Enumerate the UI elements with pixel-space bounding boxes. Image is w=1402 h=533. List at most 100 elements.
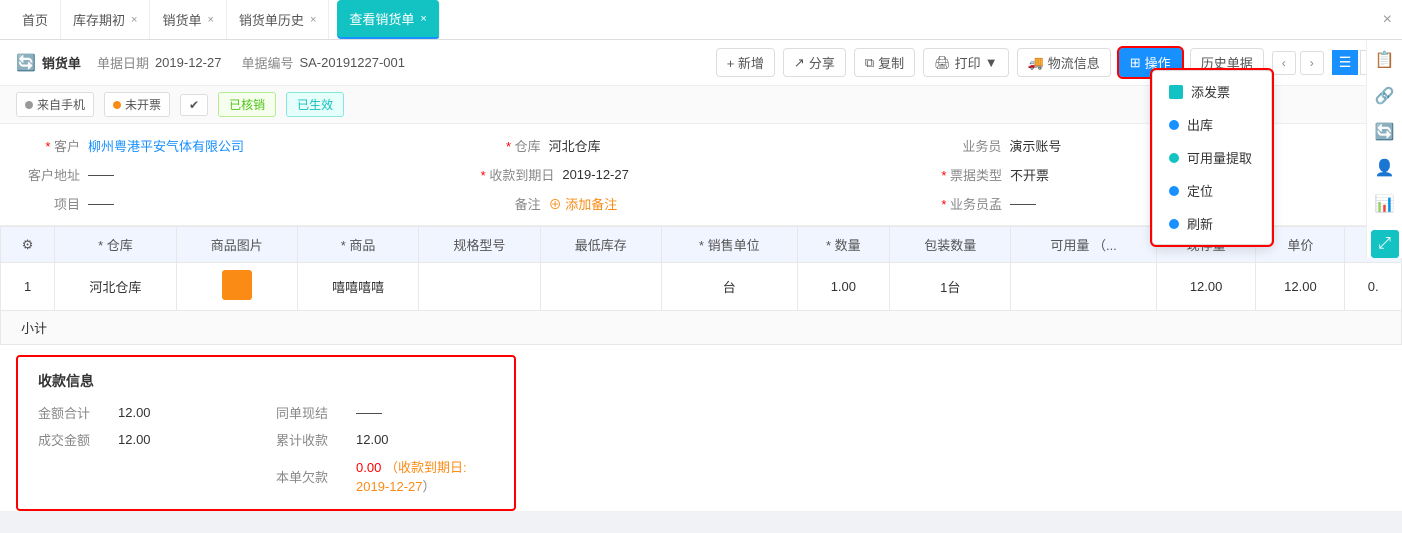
panel-refresh-icon[interactable]: 🔄 — [1375, 122, 1395, 142]
panel-expand-icon[interactable]: ⤢ — [1371, 230, 1399, 258]
payment-section: 收款信息 金额合计 12.00 同单现结 —— 成交金额 12.00 累计收款 … — [16, 355, 516, 511]
payment-title: 收款信息 — [38, 371, 494, 391]
not-opened-dot-icon — [113, 101, 121, 109]
subtotal-label: 小计 — [1, 311, 1402, 345]
tab-sales-history-label: 销货单历史 — [239, 10, 304, 29]
new-button[interactable]: + 新增 — [716, 48, 775, 77]
mobile-dot-icon — [25, 101, 33, 109]
payment-accumulated-value: 12.00 — [356, 432, 389, 447]
due-date-row: 收款到期日 2019-12-27 — [481, 165, 922, 184]
logistics-button[interactable]: 🚚 物流信息 — [1017, 48, 1111, 77]
payment-total-value: 12.00 — [118, 405, 151, 420]
tab-view-sales-close[interactable]: × — [420, 13, 426, 25]
from-mobile-button[interactable]: 来自手机 — [16, 92, 94, 117]
cell-row-num: 1 — [1, 263, 55, 311]
tab-home[interactable]: 首页 — [10, 0, 61, 39]
panel-chart-icon[interactable]: 📊 — [1375, 194, 1395, 214]
tab-view-sales[interactable]: 查看销货单 × — [337, 0, 439, 39]
tab-sales[interactable]: 销货单 × — [150, 0, 226, 39]
payment-balance-value: 0.00 （收款到期日: 2019-12-27） — [356, 457, 494, 495]
doc-header-right: + 新增 ↗ 分享 ⧉ 复制 🖨 打印 ▼ 🚚 物流信息 — [716, 48, 1386, 77]
copy-label: 复制 — [878, 53, 904, 72]
add-note-button[interactable]: ⊕ 添加备注 — [549, 194, 618, 213]
col-min-stock: 最低库存 — [540, 227, 661, 263]
tab-sales-history-close[interactable]: × — [310, 14, 316, 26]
cell-product-image — [176, 263, 297, 311]
col-warehouse: * 仓库 — [55, 227, 176, 263]
dropdown-locate[interactable]: 定位 — [1153, 174, 1271, 207]
window-close-button[interactable]: × — [1383, 11, 1392, 29]
subtotal-row: 小计 — [1, 311, 1402, 345]
print-button[interactable]: 🖨 打印 ▼ — [923, 48, 1008, 77]
payment-settlement-label: 同单现结 — [276, 403, 346, 422]
tab-inventory[interactable]: 库存期初 × — [61, 0, 150, 39]
customer-value[interactable]: 柳州粤港平安气体有限公司 — [88, 136, 244, 155]
tab-inventory-close[interactable]: × — [131, 14, 137, 26]
doc-date-field: 单据日期 2019-12-27 — [97, 53, 222, 72]
settings-icon[interactable]: ⚙ — [22, 237, 34, 252]
doc-number-value: SA-20191227-001 — [299, 55, 405, 70]
payment-accumulated-row: 累计收款 12.00 — [276, 430, 494, 449]
staff-label: 业务员 — [941, 136, 1001, 155]
col-sales-unit: * 销售单位 — [661, 227, 797, 263]
cell-pack-qty: 1台 — [890, 263, 1011, 311]
staff2-label: 业务员孟 — [941, 194, 1002, 213]
panel-link-icon[interactable]: 🔗 — [1375, 86, 1395, 106]
doc-date-label: 单据日期 — [97, 53, 149, 72]
staff-value: 演示账号 — [1009, 136, 1061, 155]
payment-transaction-row: 成交金额 12.00 — [38, 430, 256, 449]
available-qty-icon — [1169, 153, 1179, 163]
note-row: 备注 ⊕ 添加备注 — [481, 194, 922, 213]
tab-home-label: 首页 — [22, 10, 48, 29]
dropdown-add-invoice[interactable]: 添发票 — [1153, 75, 1271, 108]
tab-sales-close[interactable]: × — [207, 14, 213, 26]
share-icon: ↗ — [794, 55, 805, 71]
product-thumbnail — [222, 270, 252, 300]
panel-user-icon[interactable]: 👤 — [1375, 158, 1395, 178]
dropdown-outbound[interactable]: 出库 — [1153, 108, 1271, 141]
col-product: * 商品 — [297, 227, 418, 263]
copy-button[interactable]: ⧉ 复制 — [854, 48, 915, 77]
list-view-button[interactable]: ☰ — [1332, 50, 1359, 75]
print-label: 打印 — [955, 53, 981, 72]
due-date-value: 2019-12-27 — [562, 167, 629, 182]
project-row: 项目 —— — [20, 194, 461, 213]
address-value: —— — [88, 167, 114, 182]
dropdown-available-qty[interactable]: 可用量提取 — [1153, 141, 1271, 174]
tab-sales-history[interactable]: 销货单历史 × — [227, 0, 329, 39]
print-dropdown-arrow: ▼ — [985, 55, 998, 70]
cell-available — [1011, 263, 1156, 311]
customer-row: 客户 柳州粤港平安气体有限公司 — [20, 136, 461, 155]
dropdown-refresh[interactable]: 刷新 — [1153, 207, 1271, 240]
prev-button[interactable]: ‹ — [1272, 51, 1296, 75]
not-opened-button[interactable]: 未开票 — [104, 92, 170, 117]
next-button[interactable]: › — [1300, 51, 1324, 75]
print-icon: 🖨 — [934, 55, 951, 71]
share-button[interactable]: ↗ 分享 — [783, 48, 846, 77]
doc-date-value: 2019-12-27 — [155, 55, 222, 70]
payment-settlement-value: —— — [356, 405, 382, 420]
col-available: 可用量 （... — [1011, 227, 1156, 263]
doc-title-text: 销货单 — [42, 53, 81, 72]
note-label: 备注 — [481, 194, 541, 213]
doc-meta: 单据日期 2019-12-27 单据编号 SA-20191227-001 — [97, 53, 405, 72]
add-invoice-label: 添发票 — [1191, 82, 1230, 101]
warehouse-value: 河北仓库 — [549, 136, 601, 155]
cell-product: 嘻嘻嘻嘻 — [297, 263, 418, 311]
refresh-icon — [1169, 219, 1179, 229]
from-mobile-label: 来自手机 — [37, 96, 85, 113]
status-sold-button[interactable]: 已核销 — [218, 92, 276, 117]
col-product-image: 商品图片 — [176, 227, 297, 263]
status-effective-button[interactable]: 已生效 — [286, 92, 344, 117]
operation-dropdown: 添发票 出库 可用量提取 定位 刷新 — [1152, 70, 1272, 245]
warehouse-label: 仓库 — [481, 136, 541, 155]
payment-due-close-paren: ） — [423, 479, 436, 494]
panel-copy-icon[interactable]: 📋 — [1375, 50, 1395, 70]
tab-inventory-label: 库存期初 — [73, 10, 125, 29]
check-button[interactable]: ✔ — [180, 94, 208, 116]
payment-balance-spacer — [38, 457, 256, 495]
refresh-label: 刷新 — [1187, 214, 1213, 233]
project-label: 项目 — [20, 194, 80, 213]
tab-sales-label: 销货单 — [162, 10, 201, 29]
doc-title-icon: 🔄 — [16, 53, 36, 73]
